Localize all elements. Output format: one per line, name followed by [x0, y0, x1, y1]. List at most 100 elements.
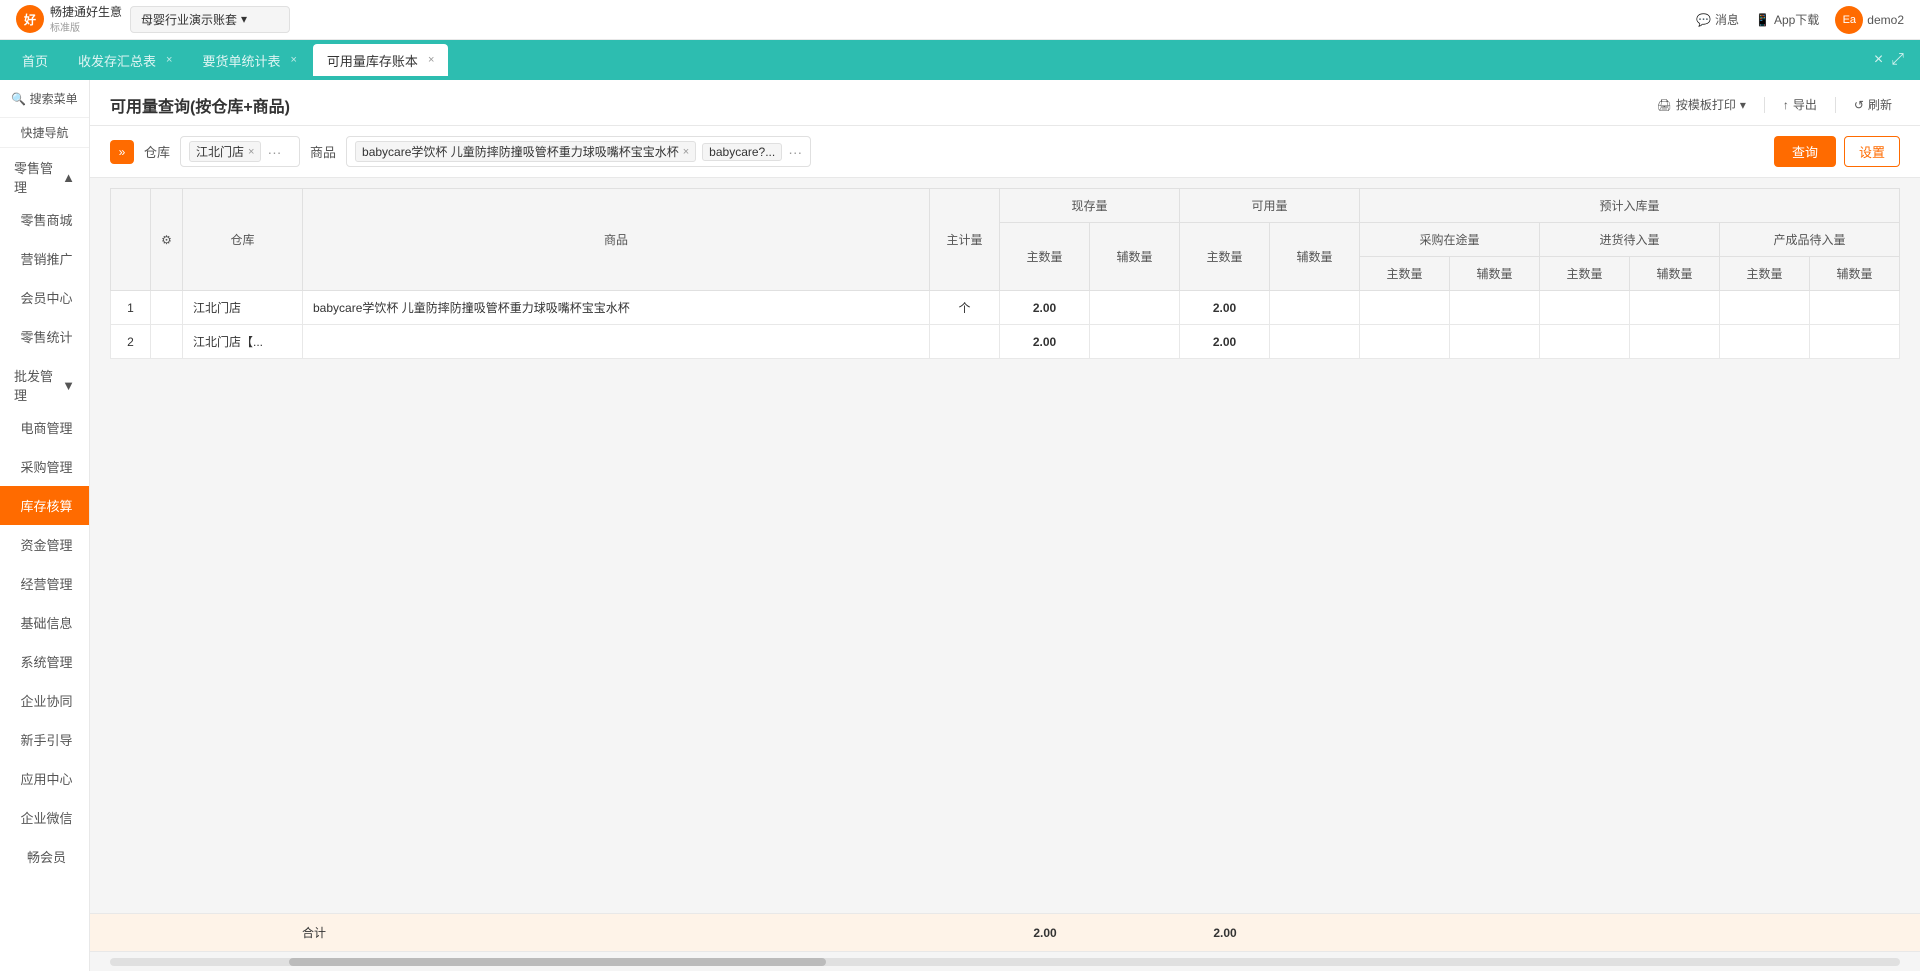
- logo-sub: 标准版: [50, 19, 122, 34]
- print-btn[interactable]: 🖨 按模板打印 ▾: [1649, 92, 1754, 117]
- th-available-aux: 辅数量: [1270, 223, 1360, 291]
- filter-bar: » 仓库 江北门店 × ··· 商品 babycare学饮杯 儿童防摔防撞吸管杯…: [90, 126, 1920, 178]
- refresh-icon: ↺: [1854, 98, 1864, 112]
- tab-receive-summary-close[interactable]: ×: [166, 54, 172, 66]
- sidebar-item-retail-stats-label: 零售统计: [14, 327, 79, 346]
- product-tag-2-text: babycare?...: [709, 145, 775, 159]
- th-settings[interactable]: ⚙: [151, 189, 183, 291]
- export-btn[interactable]: ↑ 导出: [1775, 92, 1825, 117]
- tab-receive-summary[interactable]: 收发存汇总表 ×: [64, 44, 186, 76]
- sidebar-item-enterprise-label: 企业协同: [14, 691, 79, 710]
- sidebar-item-inventory[interactable]: 库存核算: [0, 486, 89, 525]
- sidebar-group-retail-label: 零售管理: [14, 158, 62, 196]
- sidebar-item-system-label: 系统管理: [14, 652, 79, 671]
- window-expand-btn[interactable]: ⤢: [1891, 51, 1904, 69]
- tab-available-stock[interactable]: 可用量库存账本 ×: [313, 44, 448, 76]
- cell-current-main: 2.00: [1000, 291, 1090, 325]
- query-btn[interactable]: 查询: [1774, 136, 1836, 167]
- sidebar-item-finance[interactable]: 资金管理: [0, 525, 89, 564]
- product-filter-dots[interactable]: ···: [788, 144, 802, 160]
- sidebar-item-wechat[interactable]: 企业微信: [0, 798, 89, 837]
- data-table: ⚙ 仓库 商品 主计量 现存量 可用量 预计入库量 主数量 辅数量 主数量 辅数…: [110, 188, 1900, 359]
- footer-available-main: 2.00: [1180, 926, 1270, 940]
- tab-home[interactable]: 首页: [8, 44, 62, 76]
- top-bar: 好 畅捷通好生意 标准版 母婴行业演示账套 ▾ 💬 消息 📱 App下载 Ea …: [0, 0, 1920, 40]
- sidebar-item-members-label: 会员中心: [14, 288, 79, 307]
- sidebar-group-wholesale[interactable]: 批发管理 ▼: [0, 356, 89, 408]
- settings-btn[interactable]: 设置: [1844, 136, 1900, 167]
- scroll-thumb[interactable]: [289, 958, 826, 966]
- divider-1: [1764, 97, 1765, 113]
- tab-order-stats-close[interactable]: ×: [290, 54, 296, 66]
- scroll-track[interactable]: [110, 958, 1900, 966]
- th-current-aux: 辅数量: [1090, 223, 1180, 291]
- th-production-aux: 辅数量: [1810, 257, 1900, 291]
- user-name: demo2: [1867, 13, 1904, 27]
- product-tag-2: babycare?...: [702, 143, 782, 161]
- cell-warehouse: 江北门店【...: [183, 325, 303, 359]
- sidebar-item-retail-mall-label: 零售商城: [14, 210, 79, 229]
- sidebar-item-newbie[interactable]: 新手引导: [0, 720, 89, 759]
- footer-current-main: 2.00: [1000, 926, 1090, 940]
- cell-incoming-main: [1540, 291, 1630, 325]
- sidebar-item-retail-mall[interactable]: 零售商城: [0, 200, 89, 239]
- sidebar-item-retail-stats[interactable]: 零售统计: [0, 317, 89, 356]
- sidebar-item-basic-info[interactable]: 基础信息: [0, 603, 89, 642]
- warehouse-tag-1-text: 江北门店: [196, 143, 244, 160]
- logo-text: 畅捷通好生意: [50, 5, 122, 19]
- cell-production-main: [1720, 291, 1810, 325]
- table-footer: 合计 2.00 2.00: [90, 913, 1920, 951]
- tab-available-stock-close[interactable]: ×: [428, 54, 434, 66]
- sidebar-item-purchase[interactable]: 采购管理: [0, 447, 89, 486]
- sidebar-item-members[interactable]: 会员中心: [0, 278, 89, 317]
- sidebar-item-operation[interactable]: 经营管理: [0, 564, 89, 603]
- cell-current-main: 2.00: [1000, 325, 1090, 359]
- sidebar-item-vip-label: 畅会员: [14, 847, 79, 866]
- th-purchase-aux: 辅数量: [1450, 257, 1540, 291]
- divider-2: [1835, 97, 1836, 113]
- cell-current-aux: [1090, 325, 1180, 359]
- logo-text-block: 畅捷通好生意 标准版: [50, 5, 122, 34]
- scroll-bar-area: [90, 951, 1920, 971]
- window-close-btn[interactable]: ×: [1874, 51, 1883, 69]
- top-bar-left: 好 畅捷通好生意 标准版 母婴行业演示账套 ▾: [16, 5, 290, 34]
- expand-btn[interactable]: »: [110, 140, 134, 164]
- tab-order-stats[interactable]: 要货单统计表 ×: [188, 44, 310, 76]
- product-tag-1-remove[interactable]: ×: [683, 146, 689, 158]
- nav-tabs: 首页 收发存汇总表 × 要货单统计表 × 可用量库存账本 × × ⤢: [0, 40, 1920, 80]
- cell-product: [303, 325, 930, 359]
- sidebar-item-marketing[interactable]: 营销推广: [0, 239, 89, 278]
- cell-settings: [151, 325, 183, 359]
- message-btn[interactable]: 💬 消息: [1696, 11, 1739, 28]
- sidebar-item-inventory-label: 库存核算: [14, 496, 79, 515]
- sidebar-item-system[interactable]: 系统管理: [0, 642, 89, 681]
- app-download-btn[interactable]: 📱 App下载: [1755, 11, 1819, 28]
- user-profile[interactable]: Ea demo2: [1835, 6, 1904, 34]
- sidebar-item-vip[interactable]: 畅会员: [0, 837, 89, 876]
- warehouse-tag-1-remove[interactable]: ×: [248, 146, 254, 158]
- sidebar-item-app-center-label: 应用中心: [14, 769, 79, 788]
- cell-purchase-main: [1360, 291, 1450, 325]
- sidebar-item-wechat-label: 企业微信: [14, 808, 79, 827]
- th-forecast-group: 预计入库量: [1360, 189, 1900, 223]
- product-filter[interactable]: babycare学饮杯 儿童防摔防撞吸管杯重力球吸嘴杯宝宝水杯 × babyca…: [346, 136, 811, 167]
- th-available-group: 可用量: [1180, 189, 1360, 223]
- sidebar-item-finance-label: 资金管理: [14, 535, 79, 554]
- table-container: ⚙ 仓库 商品 主计量 现存量 可用量 预计入库量 主数量 辅数量 主数量 辅数…: [90, 178, 1920, 913]
- sidebar-group-wholesale-icon: ▼: [62, 378, 75, 393]
- store-selector[interactable]: 母婴行业演示账套 ▾: [130, 6, 290, 33]
- product-tag-1: babycare学饮杯 儿童防摔防撞吸管杯重力球吸嘴杯宝宝水杯 ×: [355, 141, 696, 162]
- sidebar-group-retail[interactable]: 零售管理 ▲: [0, 148, 89, 200]
- sidebar-search[interactable]: 🔍 搜索菜单: [0, 80, 89, 118]
- sidebar-quick-nav[interactable]: 快捷导航: [0, 118, 89, 148]
- sidebar-item-enterprise[interactable]: 企业协同: [0, 681, 89, 720]
- sidebar-group-wholesale-label: 批发管理: [14, 366, 62, 404]
- sidebar-item-ecommerce[interactable]: 电商管理: [0, 408, 89, 447]
- th-warehouse: 仓库: [183, 189, 303, 291]
- sidebar-item-app-center[interactable]: 应用中心: [0, 759, 89, 798]
- refresh-btn[interactable]: ↺ 刷新: [1846, 92, 1900, 117]
- warehouse-filter-dots[interactable]: ···: [267, 144, 281, 160]
- warehouse-filter[interactable]: 江北门店 × ···: [180, 136, 300, 167]
- nav-window-btns: × ⤢: [1874, 51, 1912, 69]
- cell-unit: [930, 325, 1000, 359]
